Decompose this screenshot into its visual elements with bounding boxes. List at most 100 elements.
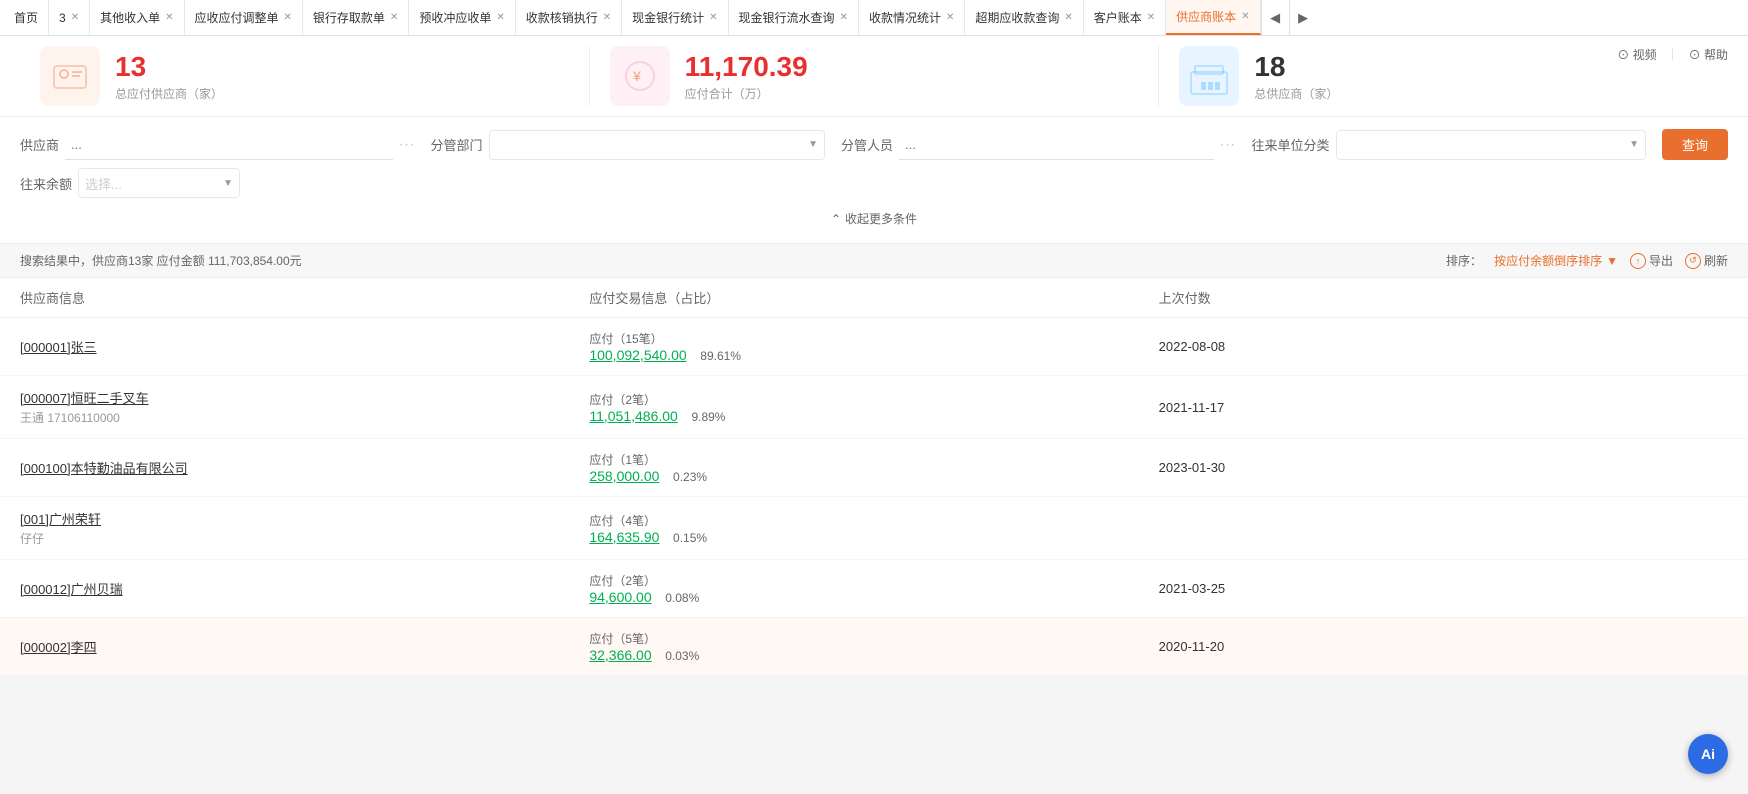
trans-amount[interactable]: 164,635.90: [589, 529, 659, 545]
trans-label: 应付（2笔）: [589, 572, 1158, 589]
trans-pct: 9.89%: [691, 410, 725, 424]
chevron-down-icon: ▼: [223, 178, 233, 189]
total-suppliers-icon: [1179, 46, 1239, 106]
close-icon[interactable]: ✕: [840, 12, 848, 23]
close-icon[interactable]: ✕: [165, 12, 173, 23]
supplier-link[interactable]: [000012]广州贝瑞: [20, 579, 589, 598]
export-icon: ↑: [1630, 253, 1646, 269]
person-input[interactable]: [899, 130, 1214, 160]
supplier-info-cell: [000012]广州贝瑞: [20, 579, 589, 598]
trans-amount[interactable]: 258,000.00: [589, 468, 659, 484]
person-dots-btn[interactable]: ···: [1220, 136, 1236, 154]
close-icon[interactable]: ✕: [709, 12, 717, 23]
sort-select-button[interactable]: 按应付余额倒序排序 ▼: [1494, 252, 1618, 269]
filter-row-1: 供应商 ··· 分管部门 ▼ 分管人员 ··· 往来单位分类 ▼ 查询: [20, 129, 1728, 160]
trans-label: 应付（1笔）: [589, 451, 1158, 468]
supplier-table: 供应商信息 应付交易信息（占比） 上次付数 [000001]张三 应付（15笔）…: [0, 278, 1748, 676]
trans-label: 应付（2笔）: [589, 391, 1158, 408]
total-suppliers-label: 总供应商（家）: [1254, 85, 1338, 102]
table-row: [000007]恒旺二手叉车 王通 17106110000 应付（2笔） 11,…: [0, 376, 1748, 439]
nav-tab-supplier-ledger-label: 供应商账本: [1176, 8, 1236, 25]
export-button[interactable]: ↑ 导出: [1630, 252, 1673, 269]
last-pay-cell: 2021-11-17: [1159, 400, 1728, 415]
close-icon[interactable]: ✕: [1064, 12, 1072, 23]
trans-amount[interactable]: 11,051,486.00: [589, 408, 678, 424]
supplier-link[interactable]: [000007]恒旺二手叉车: [20, 388, 589, 407]
help-link[interactable]: ⊙ 帮助: [1689, 46, 1728, 63]
nav-tab-cash-flow[interactable]: 现金银行流水查询 ✕: [729, 0, 859, 35]
chevron-down-icon: ▼: [1629, 139, 1639, 150]
supplier-dots-btn[interactable]: ···: [399, 136, 415, 154]
nav-tab-3-label: 3: [59, 11, 66, 25]
nav-tab-overdue-label: 超期应收款查询: [975, 9, 1059, 26]
nav-tab-other-income-label: 其他收入单: [100, 9, 160, 26]
supplier-input[interactable]: [65, 130, 393, 160]
refresh-label: 刷新: [1704, 252, 1728, 269]
close-icon[interactable]: ✕: [946, 12, 954, 23]
nav-tab-collection[interactable]: 收款核销执行 ✕: [516, 0, 622, 35]
trans-info-cell: 应付（2笔） 94,600.00 0.08%: [589, 572, 1158, 605]
chevron-down-icon: ▼: [808, 139, 818, 150]
nav-tab-collection-stats[interactable]: 收款情况统计 ✕: [859, 0, 965, 35]
nav-tab-prepay[interactable]: 预收冲应收单 ✕: [409, 0, 515, 35]
nav-tab-bank-deposit[interactable]: 银行存取款单 ✕: [303, 0, 409, 35]
sort-label: 排序：: [1446, 252, 1482, 269]
trans-info-cell: 应付（1笔） 258,000.00 0.23%: [589, 451, 1158, 484]
nav-tab-other-income[interactable]: 其他收入单 ✕: [90, 0, 184, 35]
balance-filter-label: 往来余额: [20, 174, 72, 193]
supplier-info-cell: [000002]李四: [20, 637, 589, 656]
nav-tab-overdue[interactable]: 超期应收款查询 ✕: [965, 0, 1083, 35]
balance-select[interactable]: 选择... ▼: [78, 168, 240, 198]
dept-select[interactable]: ▼: [489, 130, 825, 160]
supplier-filter-label: 供应商: [20, 135, 59, 154]
nav-tab-3[interactable]: 3 ✕: [49, 0, 90, 35]
summary-content-total-suppliers: 18 总供应商（家）: [1254, 50, 1338, 103]
balance-filter: 往来余额 选择... ▼: [20, 168, 240, 198]
nav-tab-prepay-label: 预收冲应收单: [419, 9, 491, 26]
nav-tab-ar-adjust[interactable]: 应收应付调整单 ✕: [185, 0, 303, 35]
nav-tab-cash-bank-stats[interactable]: 现金银行统计 ✕: [622, 0, 728, 35]
trans-info-cell: 应付（5笔） 32,366.00 0.03%: [589, 630, 1158, 663]
supplier-link[interactable]: [000001]张三: [20, 337, 589, 356]
nav-tab-customer-ledger[interactable]: 客户账本 ✕: [1084, 0, 1166, 35]
trans-amount[interactable]: 100,092,540.00: [589, 347, 686, 363]
person-filter-label: 分管人员: [841, 135, 893, 154]
table-row: [000002]李四 应付（5笔） 32,366.00 0.03% 2020-1…: [0, 618, 1748, 676]
table-row: [000012]广州贝瑞 应付（2笔） 94,600.00 0.08% 2021…: [0, 560, 1748, 618]
close-icon[interactable]: ✕: [496, 12, 504, 23]
total-suppliers-count: 18: [1254, 50, 1338, 84]
payable-suppliers-label: 总应付供应商（家）: [115, 85, 223, 102]
nav-tab-home-label: 首页: [14, 9, 38, 26]
trans-amount[interactable]: 32,366.00: [589, 647, 651, 663]
svg-text:¥: ¥: [632, 68, 641, 84]
trans-pct: 0.08%: [665, 591, 699, 605]
supplier-link[interactable]: [001]广州荣轩: [20, 509, 589, 528]
close-icon[interactable]: ✕: [284, 12, 292, 23]
nav-tab-home[interactable]: 首页: [4, 0, 49, 35]
close-icon[interactable]: ✕: [71, 12, 79, 23]
close-icon[interactable]: ✕: [1241, 11, 1249, 22]
payable-total-label: 应付合计（万）: [685, 85, 808, 102]
category-select[interactable]: ▼: [1336, 130, 1646, 160]
close-icon[interactable]: ✕: [1147, 12, 1155, 23]
link-separator: ｜: [1667, 46, 1679, 63]
nav-tab-collection-label: 收款核销执行: [526, 9, 598, 26]
last-pay-cell: 2021-03-25: [1159, 581, 1728, 596]
video-link[interactable]: ⊙ 视频: [1617, 46, 1656, 63]
collapse-button[interactable]: ⌃ 收起更多条件: [20, 210, 1728, 227]
nav-arrow-right[interactable]: ▶: [1289, 0, 1317, 36]
nav-arrow-left[interactable]: ◀: [1261, 0, 1289, 36]
nav-tab-customer-ledger-label: 客户账本: [1094, 9, 1142, 26]
refresh-button[interactable]: ↺ 刷新: [1685, 252, 1728, 269]
close-icon[interactable]: ✕: [603, 12, 611, 23]
nav-tab-supplier-ledger[interactable]: 供应商账本 ✕: [1166, 0, 1260, 35]
ai-badge[interactable]: Ai: [1688, 734, 1728, 774]
supplier-sub-info: 仔仔: [20, 530, 589, 547]
last-pay-cell: 2020-11-20: [1159, 639, 1728, 654]
nav-tab-cash-bank-stats-label: 现金银行统计: [632, 9, 704, 26]
supplier-link[interactable]: [000100]本特勤油品有限公司: [20, 458, 589, 477]
query-button[interactable]: 查询: [1662, 129, 1728, 160]
trans-amount[interactable]: 94,600.00: [589, 589, 651, 605]
close-icon[interactable]: ✕: [390, 12, 398, 23]
supplier-link[interactable]: [000002]李四: [20, 637, 589, 656]
